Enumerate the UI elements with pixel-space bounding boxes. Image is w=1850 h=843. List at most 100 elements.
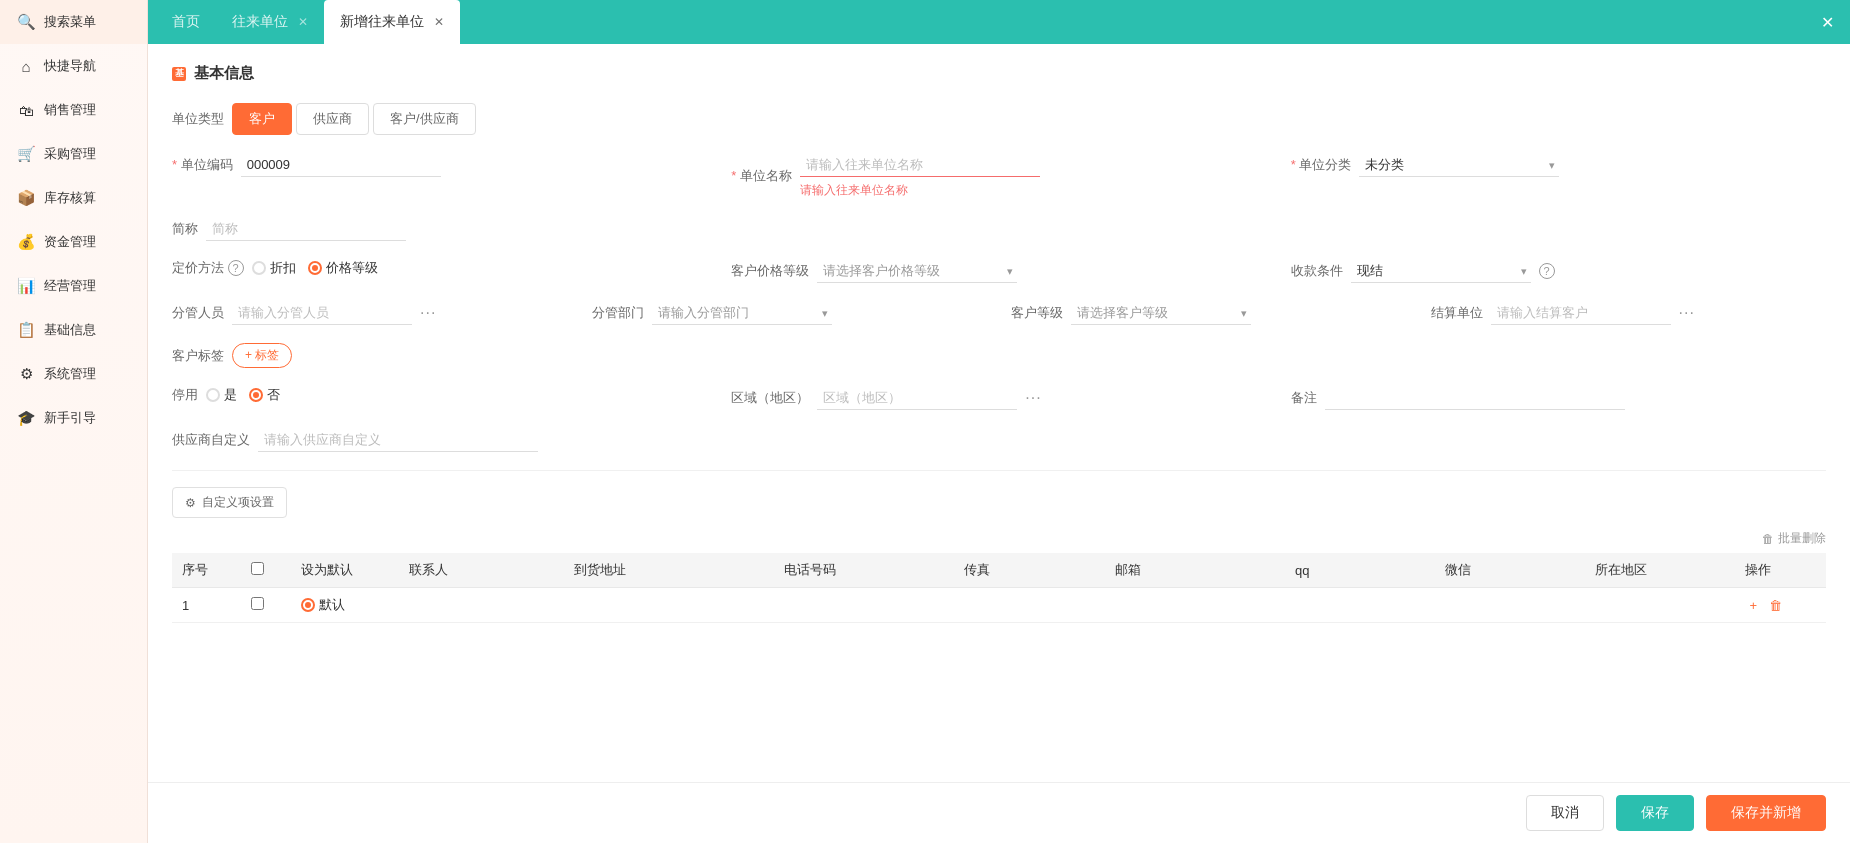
unit-type-label: 单位类型 — [172, 110, 224, 128]
operations-icon: 📊 — [16, 276, 36, 296]
sidebar-item-inventory[interactable]: 📦 库存核算 — [0, 176, 147, 220]
table-actions: 🗑 批量删除 — [172, 530, 1826, 547]
cell-region[interactable] — [1585, 588, 1735, 623]
sidebar-item-quicknav[interactable]: ⌂ 快捷导航 — [0, 44, 147, 88]
cell-email[interactable] — [1105, 588, 1285, 623]
divider — [172, 470, 1826, 471]
customer-price-select[interactable]: 请选择客户价格等级 — [817, 259, 1017, 283]
short-name-input[interactable] — [206, 217, 406, 241]
custom-settings-btn[interactable]: ⚙ 自定义项设置 — [172, 487, 287, 518]
sidebar-item-basic[interactable]: 📋 基础信息 — [0, 308, 147, 352]
supplier-custom-input[interactable] — [258, 428, 538, 452]
manager-input[interactable] — [232, 301, 412, 325]
unit-category-select[interactable]: 未分类 — [1359, 153, 1559, 177]
pricing-discount-label: 折扣 — [270, 259, 296, 277]
pricing-discount-radio[interactable]: 折扣 — [252, 259, 296, 277]
col-seq: 序号 — [172, 553, 241, 588]
unit-code-input[interactable] — [241, 153, 441, 177]
qq-input[interactable] — [1295, 598, 1375, 613]
sidebar-item-purchase[interactable]: 🛒 采购管理 — [0, 132, 147, 176]
region-group: 区域（地区） ··· — [731, 386, 1266, 410]
settlement-dots-btn[interactable]: ··· — [1679, 304, 1695, 322]
wechat-input[interactable] — [1445, 598, 1525, 613]
guide-icon: 🎓 — [16, 408, 36, 428]
save-btn[interactable]: 保存 — [1616, 795, 1694, 831]
disabled-no-radio[interactable]: 否 — [249, 386, 280, 404]
cell-qq[interactable] — [1285, 588, 1435, 623]
contact-input[interactable] — [409, 598, 499, 613]
cell-contact[interactable] — [399, 588, 564, 623]
region-cell-input[interactable] — [1595, 598, 1675, 613]
region-input[interactable] — [817, 386, 1017, 410]
address-input[interactable] — [574, 598, 694, 613]
sidebar-item-search[interactable]: 🔍 搜索菜单 — [0, 0, 147, 44]
customer-level-select[interactable]: 请选择客户等级 — [1071, 301, 1251, 325]
pricing-level-radio[interactable]: 价格等级 — [308, 259, 378, 277]
fax-input[interactable] — [964, 598, 1044, 613]
tab-new-partner[interactable]: 新增往来单位 ✕ — [324, 0, 460, 44]
unit-name-error: 请输入往来单位名称 — [800, 182, 1040, 199]
cancel-btn[interactable]: 取消 — [1526, 795, 1604, 831]
batch-delete-btn[interactable]: 🗑 批量删除 — [1762, 530, 1826, 547]
purchase-icon: 🛒 — [16, 144, 36, 164]
supplier-custom-group: 供应商自定义 — [172, 428, 1826, 452]
type-btn-customer[interactable]: 客户 — [232, 103, 292, 135]
row-checkbox[interactable] — [251, 597, 264, 610]
col-fax: 传真 — [954, 553, 1104, 588]
manager-dots-btn[interactable]: ··· — [420, 304, 436, 322]
default-radio[interactable]: 默认 — [301, 596, 389, 614]
cell-fax[interactable] — [954, 588, 1104, 623]
default-label: 默认 — [319, 596, 345, 614]
add-tag-btn[interactable]: + 标签 — [232, 343, 292, 368]
select-all-checkbox[interactable] — [251, 562, 264, 575]
tab-partners[interactable]: 往来单位 ✕ — [216, 0, 324, 44]
section-header: 基 基本信息 — [172, 64, 1826, 83]
phone-input[interactable] — [784, 598, 884, 613]
unit-type-buttons: 客户 供应商 客户/供应商 — [232, 103, 476, 135]
unit-code-label: 单位编码 — [172, 156, 233, 174]
sidebar-item-operations[interactable]: 📊 经营管理 — [0, 264, 147, 308]
tab-new-partner-close[interactable]: ✕ — [434, 15, 444, 29]
pricing-radio-group: 折扣 价格等级 — [252, 259, 378, 277]
type-btn-both[interactable]: 客户/供应商 — [373, 103, 476, 135]
customer-tag-label: 客户标签 — [172, 347, 224, 365]
tab-bar: 首页 往来单位 ✕ 新增往来单位 ✕ ✕ — [148, 0, 1850, 44]
cell-phone[interactable] — [774, 588, 954, 623]
pricing-row: 定价方法 ? 折扣 价格等级 客户价格等级 — [172, 259, 1826, 283]
manager-group: 分管人员 ··· — [172, 301, 568, 325]
unit-category-label: 单位分类 — [1291, 156, 1352, 174]
payment-help-icon[interactable]: ? — [1539, 263, 1555, 279]
cell-address[interactable] — [564, 588, 774, 623]
window-close-icon[interactable]: ✕ — [1813, 9, 1842, 36]
home-icon: ⌂ — [16, 56, 36, 76]
save-new-btn[interactable]: 保存并新增 — [1706, 795, 1826, 831]
tab-partners-close[interactable]: ✕ — [298, 15, 308, 29]
email-input[interactable] — [1115, 598, 1215, 613]
settlement-label: 结算单位 — [1431, 304, 1483, 322]
unit-name-input[interactable] — [800, 153, 1040, 177]
contact-table: 序号 设为默认 联系人 到货地址 电话号码 传真 邮箱 qq 微信 所在地区 操… — [172, 553, 1826, 623]
sidebar-item-sales[interactable]: 🛍 销售管理 — [0, 88, 147, 132]
department-select[interactable]: 请输入分管部门 — [652, 301, 832, 325]
delete-row-btn[interactable]: 🗑 — [1769, 598, 1782, 613]
type-btn-supplier[interactable]: 供应商 — [296, 103, 369, 135]
settlement-input[interactable] — [1491, 301, 1671, 325]
region-dots-btn[interactable]: ··· — [1025, 389, 1041, 407]
customer-tag-row: 客户标签 + 标签 — [172, 343, 1826, 368]
tab-home[interactable]: 首页 — [156, 0, 216, 44]
payment-terms-select[interactable]: 现结 — [1351, 259, 1531, 283]
customer-price-label: 客户价格等级 — [731, 262, 809, 280]
sidebar-item-finance[interactable]: 💰 资金管理 — [0, 220, 147, 264]
sidebar-item-guide[interactable]: 🎓 新手引导 — [0, 396, 147, 440]
add-row-btn[interactable]: + — [1749, 598, 1757, 613]
remark-input[interactable] — [1325, 386, 1625, 410]
col-qq: qq — [1285, 553, 1435, 588]
tab-new-partner-label: 新增往来单位 — [340, 13, 424, 31]
footer: 取消 保存 保存并新增 — [148, 782, 1850, 843]
sidebar-item-system[interactable]: ⚙ 系统管理 — [0, 352, 147, 396]
disabled-yes-radio[interactable]: 是 — [206, 386, 237, 404]
main-area: 首页 往来单位 ✕ 新增往来单位 ✕ ✕ 基 基本信息 单位类型 客户 供应商 — [148, 0, 1850, 843]
pricing-help-icon[interactable]: ? — [228, 260, 244, 276]
short-name-label: 简称 — [172, 220, 198, 238]
cell-wechat[interactable] — [1435, 588, 1585, 623]
